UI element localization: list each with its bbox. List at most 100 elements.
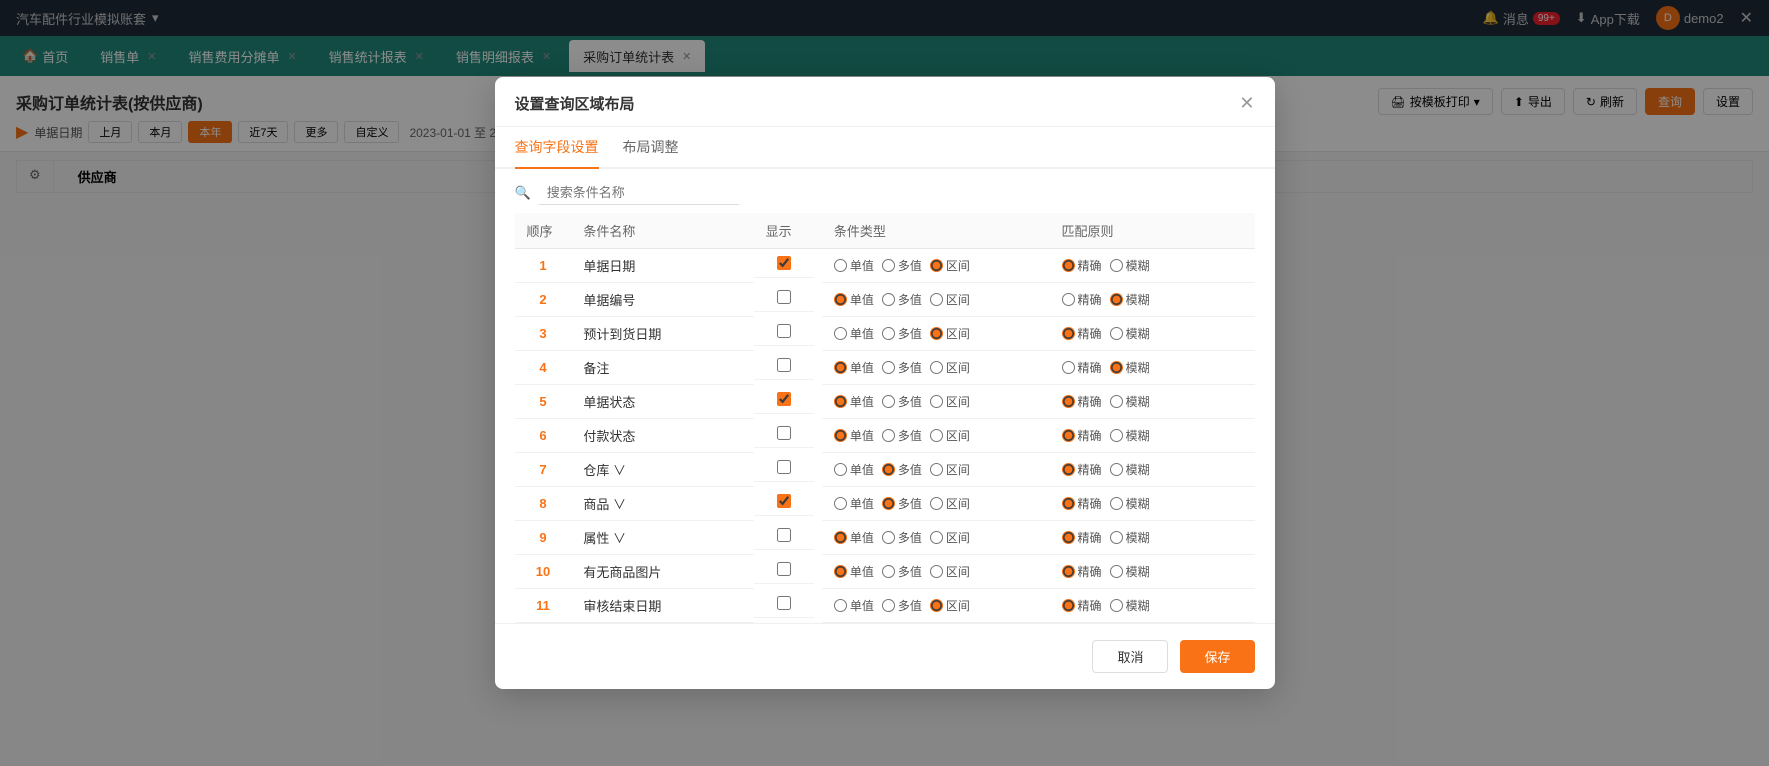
match-radio-group: 精确模糊 xyxy=(1062,291,1243,308)
type-radio-multi[interactable]: 多值 xyxy=(882,529,922,546)
match-radio-fuzzy[interactable]: 模糊 xyxy=(1110,325,1150,342)
display-checkbox[interactable] xyxy=(777,460,791,474)
search-icon: 🔍 xyxy=(515,185,531,201)
match-radio-exact[interactable]: 精确 xyxy=(1062,359,1102,376)
match-radio-group: 精确模糊 xyxy=(1062,393,1243,410)
type-radio-multi[interactable]: 多值 xyxy=(882,393,922,410)
display-checkbox[interactable] xyxy=(777,494,791,508)
display-checkbox[interactable] xyxy=(777,562,791,576)
type-radio-range[interactable]: 区间 xyxy=(930,325,970,342)
match-radio-fuzzy[interactable]: 模糊 xyxy=(1110,461,1150,478)
match-radio-exact[interactable]: 精确 xyxy=(1062,495,1102,512)
type-radio-range[interactable]: 区间 xyxy=(930,495,970,512)
type-radio-multi[interactable]: 多值 xyxy=(882,563,922,580)
display-checkbox[interactable] xyxy=(777,358,791,372)
type-radio-multi[interactable]: 多值 xyxy=(882,597,922,614)
field-name: 仓库 ∨ xyxy=(583,463,626,478)
type-radio-single[interactable]: 单值 xyxy=(834,325,874,342)
match-radio-fuzzy[interactable]: 模糊 xyxy=(1110,529,1150,546)
type-radio-single[interactable]: 单值 xyxy=(834,257,874,274)
match-radio-exact[interactable]: 精确 xyxy=(1062,325,1102,342)
type-radio-single[interactable]: 单值 xyxy=(834,597,874,614)
type-radio-range[interactable]: 区间 xyxy=(930,257,970,274)
match-radio-exact[interactable]: 精确 xyxy=(1062,257,1102,274)
display-checkbox[interactable] xyxy=(777,256,791,270)
match-radio-exact[interactable]: 精确 xyxy=(1062,563,1102,580)
match-radio-fuzzy[interactable]: 模糊 xyxy=(1110,427,1150,444)
type-radio-multi[interactable]: 多值 xyxy=(882,291,922,308)
order-num: 2 xyxy=(539,292,546,307)
type-radio-range[interactable]: 区间 xyxy=(930,563,970,580)
save-button[interactable]: 保存 xyxy=(1180,640,1254,673)
display-checkbox[interactable] xyxy=(777,392,791,406)
display-checkbox[interactable] xyxy=(777,290,791,304)
type-radio-single[interactable]: 单值 xyxy=(834,563,874,580)
tab-field-settings[interactable]: 查询字段设置 xyxy=(515,127,599,169)
type-radio-multi[interactable]: 多值 xyxy=(882,257,922,274)
table-row: 5单据状态单值多值区间精确模糊 xyxy=(515,385,1255,419)
match-radio-exact[interactable]: 精确 xyxy=(1062,529,1102,546)
match-radio-fuzzy[interactable]: 模糊 xyxy=(1110,597,1150,614)
field-name: 单据状态 xyxy=(583,395,635,410)
type-radio-single[interactable]: 单值 xyxy=(834,495,874,512)
type-radio-multi[interactable]: 多值 xyxy=(882,461,922,478)
order-num: 8 xyxy=(539,496,546,511)
type-radio-range[interactable]: 区间 xyxy=(930,359,970,376)
match-radio-exact[interactable]: 精确 xyxy=(1062,461,1102,478)
dialog-close-btn[interactable]: ✕ xyxy=(1239,93,1254,114)
match-radio-fuzzy[interactable]: 模糊 xyxy=(1110,359,1150,376)
display-checkbox[interactable] xyxy=(777,528,791,542)
dialog-title: 设置查询区域布局 xyxy=(515,93,635,114)
table-row: 2 单据编号 单值多值区间 精确模糊 xyxy=(515,283,1255,317)
tab-layout[interactable]: 布局调整 xyxy=(623,127,679,169)
type-radio-single[interactable]: 单值 xyxy=(834,461,874,478)
type-radio-single[interactable]: 单值 xyxy=(834,393,874,410)
match-radio-exact[interactable]: 精确 xyxy=(1062,291,1102,308)
match-radio-fuzzy[interactable]: 模糊 xyxy=(1110,291,1150,308)
type-radio-multi[interactable]: 多值 xyxy=(882,495,922,512)
match-radio-group: 精确模糊 xyxy=(1062,495,1243,512)
order-num: 6 xyxy=(539,428,546,443)
type-radio-single[interactable]: 单值 xyxy=(834,427,874,444)
type-radio-group: 单值多值区间 xyxy=(834,563,1038,580)
search-input[interactable] xyxy=(539,181,739,205)
field-name: 预计到货日期 xyxy=(583,327,661,342)
type-radio-range[interactable]: 区间 xyxy=(930,529,970,546)
cancel-button[interactable]: 取消 xyxy=(1092,640,1168,673)
settings-dialog: 设置查询区域布局 ✕ 查询字段设置 布局调整 🔍 顺序 条件名称 xyxy=(495,77,1275,689)
type-radio-group: 单值多值区间 xyxy=(834,529,1038,546)
field-name: 属性 ∨ xyxy=(583,531,626,546)
match-radio-fuzzy[interactable]: 模糊 xyxy=(1110,393,1150,410)
type-radio-single[interactable]: 单值 xyxy=(834,359,874,376)
type-radio-range[interactable]: 区间 xyxy=(930,291,970,308)
type-radio-range[interactable]: 区间 xyxy=(930,597,970,614)
display-checkbox[interactable] xyxy=(777,426,791,440)
match-radio-fuzzy[interactable]: 模糊 xyxy=(1110,495,1150,512)
type-radio-multi[interactable]: 多值 xyxy=(882,325,922,342)
display-checkbox[interactable] xyxy=(777,596,791,610)
match-radio-exact[interactable]: 精确 xyxy=(1062,427,1102,444)
type-radio-multi[interactable]: 多值 xyxy=(882,359,922,376)
type-radio-group: 单值多值区间 xyxy=(834,257,1038,274)
match-radio-exact[interactable]: 精确 xyxy=(1062,597,1102,614)
match-radio-exact[interactable]: 精确 xyxy=(1062,393,1102,410)
dialog-header: 设置查询区域布局 ✕ xyxy=(495,77,1275,127)
table-row: 3预计到货日期单值多值区间精确模糊 xyxy=(515,317,1255,351)
type-radio-single[interactable]: 单值 xyxy=(834,291,874,308)
display-checkbox[interactable] xyxy=(777,324,791,338)
match-radio-fuzzy[interactable]: 模糊 xyxy=(1110,563,1150,580)
match-radio-group: 精确模糊 xyxy=(1062,597,1243,614)
type-radio-range[interactable]: 区间 xyxy=(930,393,970,410)
field-name: 审核结束日期 xyxy=(583,599,661,614)
type-radio-range[interactable]: 区间 xyxy=(930,427,970,444)
field-name: 单据编号 xyxy=(583,293,635,308)
type-radio-single[interactable]: 单值 xyxy=(834,529,874,546)
match-radio-fuzzy[interactable]: 模糊 xyxy=(1110,257,1150,274)
table-row: 8商品 ∨单值多值区间精确模糊 xyxy=(515,487,1255,521)
type-radio-range[interactable]: 区间 xyxy=(930,461,970,478)
search-bar: 🔍 xyxy=(495,169,1275,213)
tab-layout-label: 布局调整 xyxy=(623,139,679,155)
type-radio-multi[interactable]: 多值 xyxy=(882,427,922,444)
field-name: 单据日期 xyxy=(583,259,635,274)
match-radio-group: 精确模糊 xyxy=(1062,563,1243,580)
